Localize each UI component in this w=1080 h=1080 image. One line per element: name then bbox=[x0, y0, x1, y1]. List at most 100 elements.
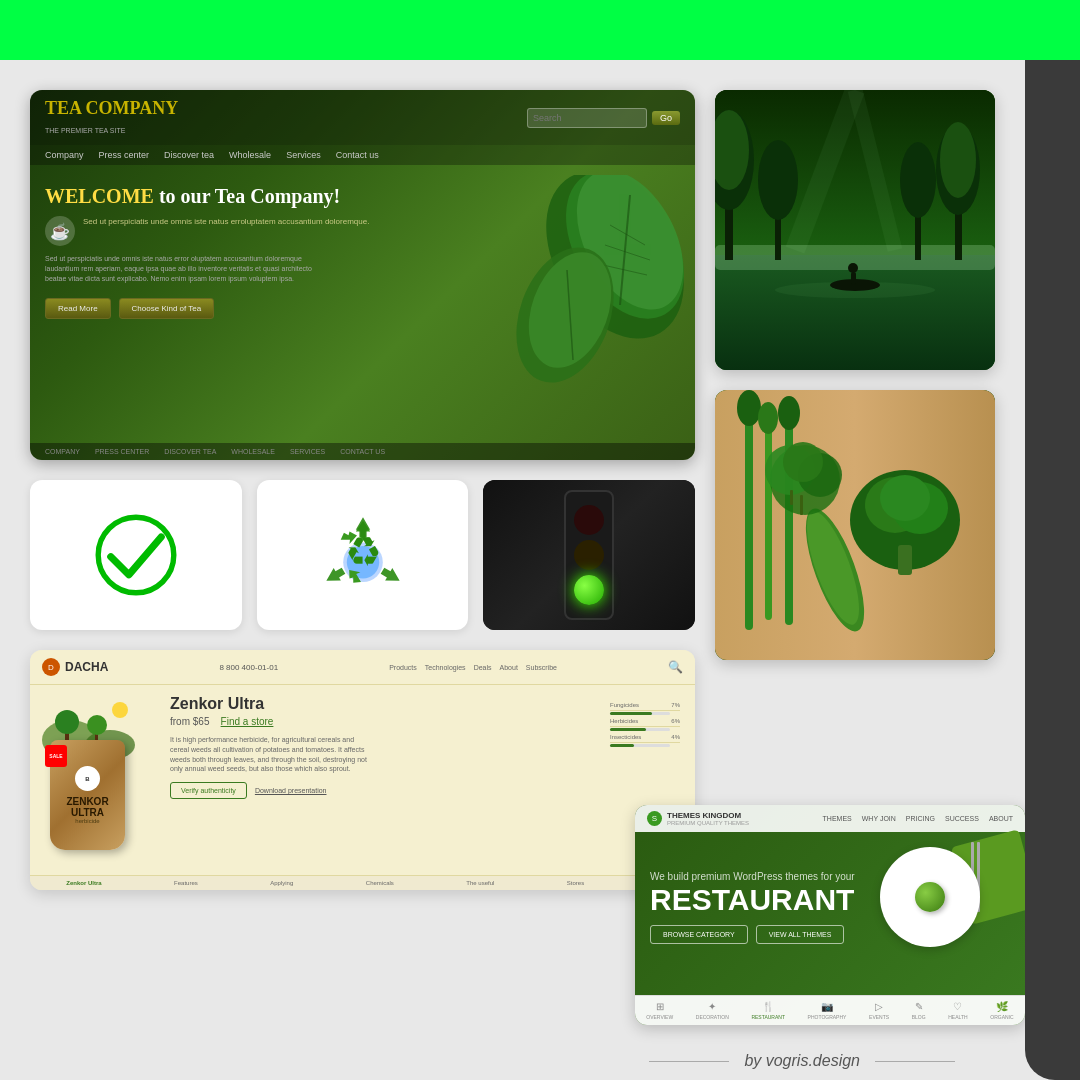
rest-tab-overview[interactable]: ⊞ OVERVIEW bbox=[646, 1001, 673, 1020]
tea-nav-wholesale[interactable]: Wholesale bbox=[229, 150, 271, 160]
restaurant-label: RESTAURANT bbox=[751, 1014, 785, 1020]
recycle-icon: ♻ bbox=[318, 510, 408, 600]
tea-choose-kind-button[interactable]: Choose Kind of Tea bbox=[119, 298, 215, 319]
decoration-icon: ✦ bbox=[708, 1001, 716, 1012]
red-sticker: SALE bbox=[45, 745, 67, 767]
plate bbox=[880, 847, 980, 947]
dacha-tab-chemicals[interactable]: Chemicals bbox=[366, 880, 394, 886]
tea-footer-wholesale[interactable]: WHOLESALE bbox=[231, 448, 275, 455]
svg-text:♻: ♻ bbox=[344, 529, 381, 575]
rest-tab-decoration[interactable]: ✦ DECORATION bbox=[696, 1001, 729, 1020]
tea-footer-press[interactable]: PRESS CENTER bbox=[95, 448, 149, 455]
tea-header: TEA COMPANY THE PREMIER TEA SITE Go bbox=[30, 90, 695, 145]
rest-tab-restaurant[interactable]: 🍴 RESTAURANT bbox=[751, 1001, 785, 1020]
tea-read-more-button[interactable]: Read More bbox=[45, 298, 111, 319]
dacha-nav-products[interactable]: Products bbox=[389, 664, 417, 671]
dacha-bar-1 bbox=[610, 712, 670, 715]
events-label: EVENTS bbox=[869, 1014, 889, 1020]
tea-go-button[interactable]: Go bbox=[652, 111, 680, 125]
tea-nav-press[interactable]: Press center bbox=[99, 150, 150, 160]
zenkor-price-value: from $65 bbox=[170, 716, 209, 727]
dacha-logo-text: DACHA bbox=[65, 660, 108, 674]
dacha-header: D DACHA 8 800 400-01-01 Products Technol… bbox=[30, 650, 695, 685]
dacha-nav-subscribe[interactable]: Subscribe bbox=[526, 664, 557, 671]
decoration-label: DECORATION bbox=[696, 1014, 729, 1020]
restaurant-browse-button[interactable]: BROWSE CATEGORY bbox=[650, 925, 748, 944]
top-bar bbox=[0, 0, 1080, 60]
nature-image bbox=[715, 90, 995, 370]
dacha-left: B ZENKORULTRA herbicide SALE bbox=[40, 695, 160, 855]
blog-icon: ✎ bbox=[915, 1001, 923, 1012]
dacha-right: Zenkor Ultra from $65 Find a store It is… bbox=[170, 695, 595, 855]
dacha-footer-tabs: Zenkor Ultra Features Applying Chemicals… bbox=[30, 875, 695, 890]
dacha-tab-stores[interactable]: Stores bbox=[567, 880, 584, 886]
tea-logo-text: TEA COMPANY bbox=[45, 98, 178, 119]
rest-nav-pricing[interactable]: PRICING bbox=[906, 815, 935, 822]
left-column: TEA COMPANY THE PREMIER TEA SITE Go Comp… bbox=[30, 90, 695, 930]
overview-label: OVERVIEW bbox=[646, 1014, 673, 1020]
dacha-sidebar-item-1: Fungicides7% bbox=[610, 700, 680, 711]
zenkor-download-button[interactable]: Download presentation bbox=[255, 782, 327, 799]
health-icon: ♡ bbox=[953, 1001, 962, 1012]
rest-tab-photo[interactable]: 📷 PHOTOGRAPHY bbox=[808, 1001, 847, 1020]
traffic-light-housing bbox=[564, 490, 614, 620]
zenkor-price: from $65 Find a store bbox=[170, 716, 595, 727]
tea-nav-company[interactable]: Company bbox=[45, 150, 84, 160]
tea-website-card: TEA COMPANY THE PREMIER TEA SITE Go Comp… bbox=[30, 90, 695, 460]
dacha-nav-deals[interactable]: Deals bbox=[474, 664, 492, 671]
attr-line-left bbox=[649, 1061, 729, 1062]
tea-footer-services[interactable]: SERVICES bbox=[290, 448, 325, 455]
zenkor-title: Zenkor Ultra bbox=[170, 695, 595, 713]
dacha-nav-technologies[interactable]: Technologies bbox=[425, 664, 466, 671]
dacha-tab-applying[interactable]: Applying bbox=[270, 880, 293, 886]
tea-search-input[interactable] bbox=[527, 108, 647, 128]
zenkor-bag-logo: B bbox=[75, 766, 100, 791]
nature-scene bbox=[715, 90, 995, 370]
rest-tab-organic[interactable]: 🌿 ORGANIC bbox=[990, 1001, 1013, 1020]
dacha-logo: D DACHA bbox=[42, 658, 108, 676]
tea-nav-services[interactable]: Services bbox=[286, 150, 321, 160]
rest-tab-blog[interactable]: ✎ BLOG bbox=[912, 1001, 926, 1020]
rest-nav-success[interactable]: SUCCESS bbox=[945, 815, 979, 822]
restaurant-view-button[interactable]: VIEW ALL THEMES bbox=[756, 925, 845, 944]
attribution: by vogris.design bbox=[649, 1052, 955, 1070]
traffic-light-image bbox=[483, 480, 695, 630]
rest-logo-tagline: PREMIUM QUALITY THEMES bbox=[667, 820, 749, 826]
svg-point-49 bbox=[758, 402, 778, 434]
tea-nav-discover[interactable]: Discover tea bbox=[164, 150, 214, 160]
dacha-nav-about[interactable]: About bbox=[500, 664, 518, 671]
tea-footer-discover[interactable]: DISCOVER TEA bbox=[164, 448, 216, 455]
attr-line-right bbox=[875, 1061, 955, 1062]
attribution-text: by vogris.design bbox=[744, 1052, 860, 1070]
dacha-search-icon[interactable]: 🔍 bbox=[668, 660, 683, 674]
dacha-sidebar-item-3: Insecticides4% bbox=[610, 732, 680, 743]
rest-nav-about[interactable]: ABOUT bbox=[989, 815, 1013, 822]
dacha-tab-features[interactable]: Features bbox=[174, 880, 198, 886]
rest-nav-why[interactable]: WHY JOIN bbox=[862, 815, 896, 822]
forest-svg bbox=[715, 90, 995, 370]
dacha-bar-3 bbox=[610, 744, 670, 747]
restaurant-image bbox=[880, 847, 1010, 967]
zenkor-bag-sub: herbicide bbox=[75, 818, 99, 824]
svg-rect-58 bbox=[800, 495, 803, 515]
rest-tab-health[interactable]: ♡ HEALTH bbox=[948, 1001, 967, 1020]
photo-icon: 📷 bbox=[821, 1001, 833, 1012]
vegetables-svg bbox=[715, 390, 995, 660]
tea-nav: Company Press center Discover tea Wholes… bbox=[30, 145, 695, 165]
recycle-card: ♻ bbox=[257, 480, 469, 630]
svg-rect-48 bbox=[765, 420, 772, 620]
traffic-light-card bbox=[483, 480, 695, 630]
traffic-dot-green bbox=[574, 575, 604, 605]
svg-point-47 bbox=[737, 390, 761, 426]
zenkor-find-store[interactable]: Find a store bbox=[221, 716, 274, 727]
svg-point-37 bbox=[848, 263, 858, 273]
tea-nav-contact[interactable]: Contact us bbox=[336, 150, 379, 160]
tea-footer-contact[interactable]: CONTACT US bbox=[340, 448, 385, 455]
dacha-tab-zenkor[interactable]: Zenkor Ultra bbox=[66, 880, 101, 886]
dacha-tab-useful[interactable]: The useful bbox=[466, 880, 494, 886]
rest-nav-themes[interactable]: THEMES bbox=[823, 815, 852, 822]
rest-tab-events[interactable]: ▷ EVENTS bbox=[869, 1001, 889, 1020]
zenkor-verify-button[interactable]: Verify authenticity bbox=[170, 782, 247, 799]
tea-footer-company[interactable]: COMPANY bbox=[45, 448, 80, 455]
svg-point-19 bbox=[87, 715, 107, 735]
